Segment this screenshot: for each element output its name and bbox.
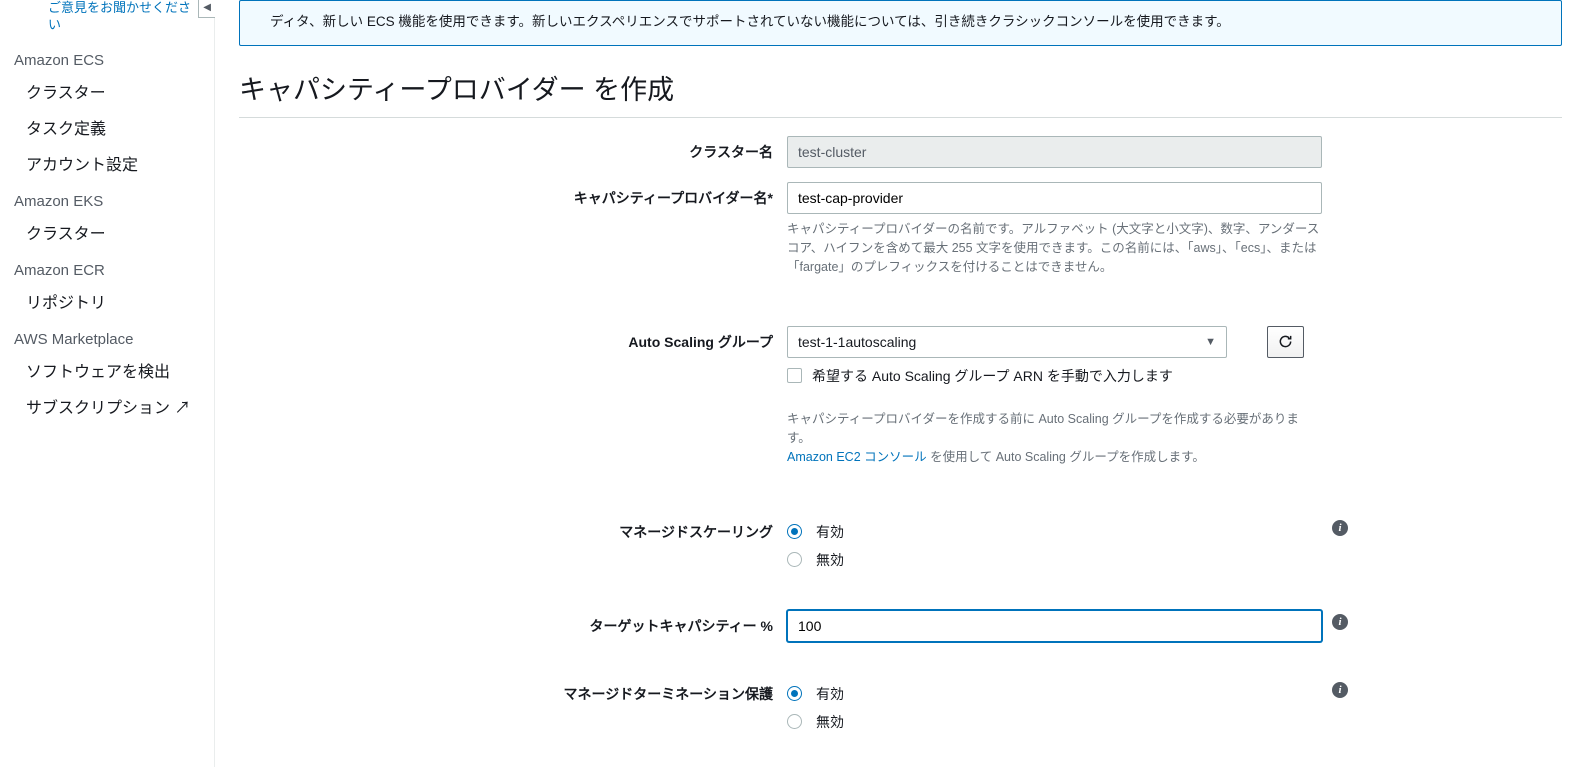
nav-item-eks-clusters[interactable]: クラスター	[14, 214, 200, 250]
radio-label-on: 有効	[816, 684, 844, 704]
banner-text: ディタ、新しい ECS 機能を使用できます。新しいエクスペリエンスでサポートされ…	[270, 14, 1230, 29]
main-content: ディタ、新しい ECS 機能を使用できます。新しいエクスペリエンスでサポートされ…	[215, 0, 1586, 767]
row-cluster-name: クラスター名	[239, 136, 1562, 168]
row-target-capacity: ターゲットキャパシティー % i	[239, 610, 1562, 642]
info-icon[interactable]: i	[1332, 682, 1348, 698]
radio-managed-termination-off[interactable]	[787, 714, 802, 729]
radio-managed-scaling-on[interactable]	[787, 524, 802, 539]
help-provider-name: キャパシティープロバイダーの名前です。アルファベット (大文字と小文字)、数字、…	[787, 220, 1322, 278]
label-target-capacity: ターゲットキャパシティー %	[239, 610, 787, 636]
checkbox-manual-arn-label: 希望する Auto Scaling グループ ARN を手動で入力します	[812, 366, 1173, 386]
nav-item-discover-software[interactable]: ソフトウェアを検出	[14, 352, 200, 388]
select-asg[interactable]: test-1-1autoscaling ▼	[787, 326, 1227, 358]
radio-managed-scaling-off[interactable]	[787, 552, 802, 567]
nav-section-eks: Amazon EKS	[14, 193, 200, 210]
nav-section-marketplace: AWS Marketplace	[14, 331, 200, 348]
row-managed-scaling: マネージドスケーリング 有効 無効 i	[239, 516, 1562, 574]
nav-section-ecr: Amazon ECR	[14, 262, 200, 279]
nav-item-task-definitions[interactable]: タスク定義	[14, 109, 200, 145]
radio-label-off: 無効	[816, 550, 844, 570]
nav-item-account-settings[interactable]: アカウント設定	[14, 145, 200, 181]
radio-managed-termination-on[interactable]	[787, 686, 802, 701]
help-asg-suffix: を使用して Auto Scaling グループを作成します。	[927, 450, 1205, 464]
label-asg: Auto Scaling グループ	[239, 326, 787, 352]
help-asg-prefix: キャパシティープロバイダーを作成する前に Auto Scaling グループを作…	[787, 412, 1299, 445]
radio-label-on: 有効	[816, 522, 844, 542]
link-ec2-console[interactable]: Amazon EC2 コンソール	[787, 450, 927, 464]
row-managed-termination: マネージドターミネーション保護 有効 無効 i	[239, 678, 1562, 736]
refresh-asg-button[interactable]	[1267, 326, 1304, 358]
radio-label-off: 無効	[816, 712, 844, 732]
label-cluster-name: クラスター名	[239, 136, 787, 162]
info-icon[interactable]: i	[1332, 614, 1348, 630]
input-cluster-name	[787, 136, 1322, 168]
info-icon[interactable]: i	[1332, 520, 1348, 536]
input-target-capacity[interactable]	[787, 610, 1322, 642]
page-title: キャパシティープロバイダー を作成	[239, 68, 1562, 118]
input-provider-name[interactable]	[787, 182, 1322, 214]
help-asg: キャパシティープロバイダーを作成する前に Auto Scaling グループを作…	[787, 410, 1322, 468]
nav-item-repositories[interactable]: リポジトリ	[14, 283, 200, 319]
nav-item-label: サブスクリプション ↗	[26, 400, 190, 417]
label-managed-scaling: マネージドスケーリング	[239, 516, 787, 542]
nav-section-ecs: Amazon ECS	[14, 52, 200, 69]
label-provider-name: キャパシティープロバイダー名*	[239, 182, 787, 208]
checkbox-manual-arn[interactable]	[787, 368, 802, 383]
nav-item-clusters[interactable]: クラスター	[14, 73, 200, 109]
collapse-sidebar-icon[interactable]: ◀	[198, 0, 215, 18]
label-managed-termination: マネージドターミネーション保護	[239, 678, 787, 704]
feedback-link[interactable]: ご意見をお聞かせください	[14, 0, 200, 40]
nav-item-subscriptions[interactable]: サブスクリプション ↗	[14, 388, 200, 424]
select-asg-value: test-1-1autoscaling	[798, 334, 916, 350]
chevron-down-icon: ▼	[1205, 336, 1216, 348]
sidebar: ◀ ご意見をお聞かせください Amazon ECS クラスター タスク定義 アカ…	[0, 0, 215, 767]
refresh-icon	[1278, 334, 1293, 349]
info-banner: ディタ、新しい ECS 機能を使用できます。新しいエクスペリエンスでサポートされ…	[239, 0, 1562, 46]
row-provider-name: キャパシティープロバイダー名* キャパシティープロバイダーの名前です。アルファベ…	[239, 182, 1562, 278]
row-asg: Auto Scaling グループ test-1-1autoscaling ▼ …	[239, 326, 1562, 468]
